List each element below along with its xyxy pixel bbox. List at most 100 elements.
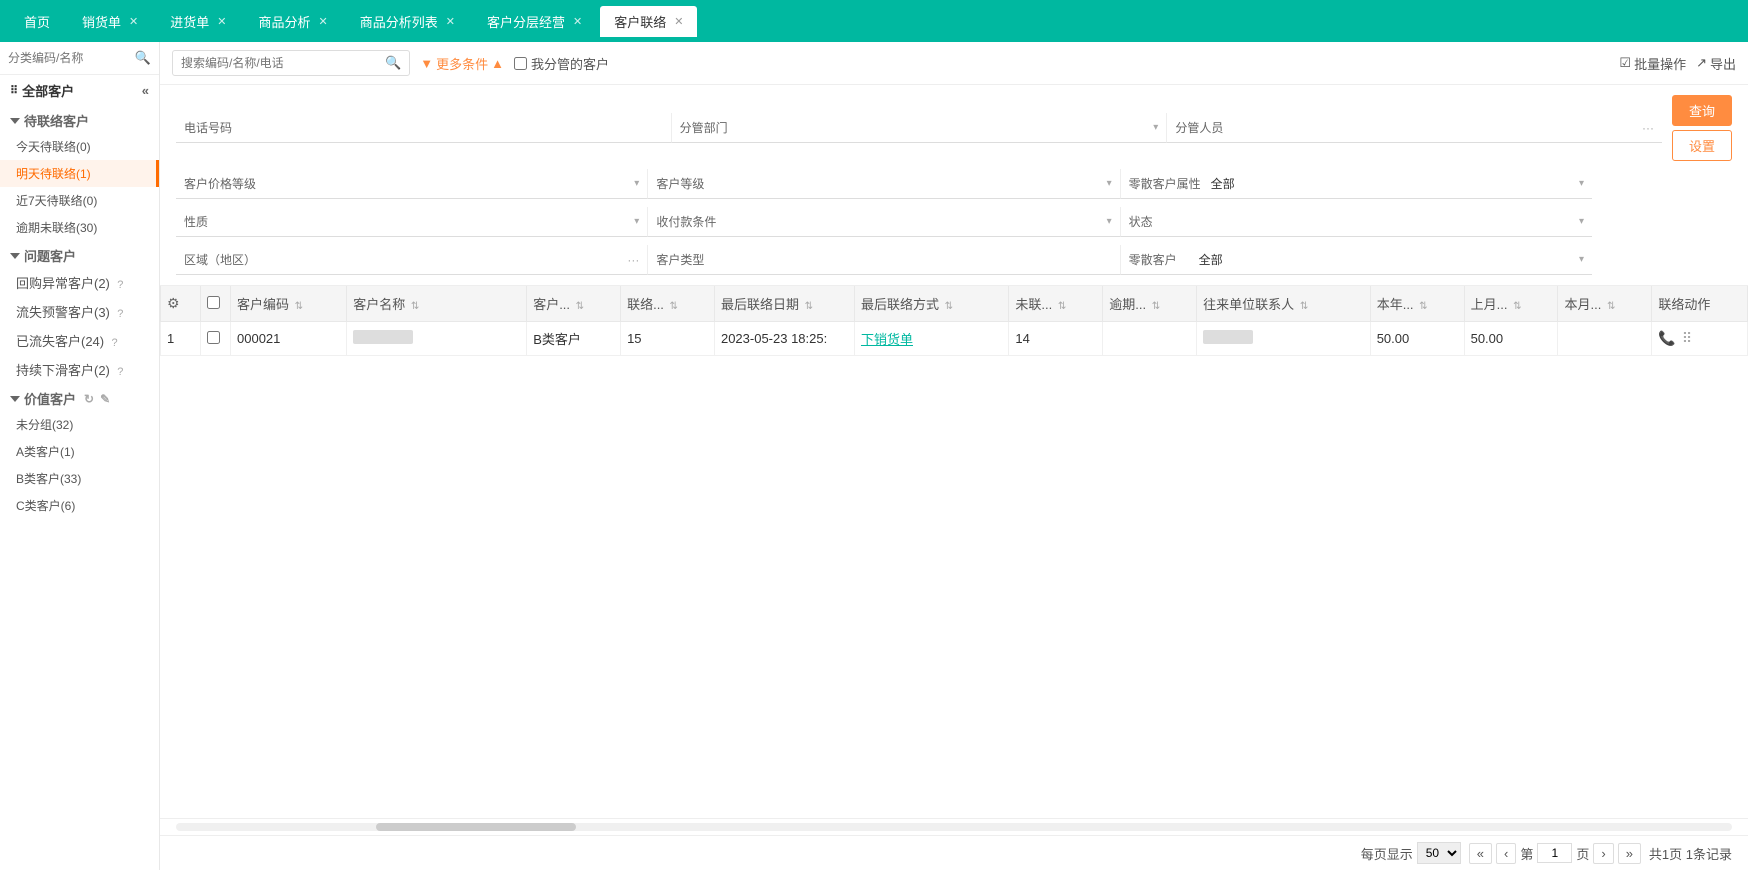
nav-tab-goods-analysis-close[interactable]: ✕: [319, 15, 328, 28]
last-page-button[interactable]: »: [1618, 843, 1641, 864]
sidebar-item-c-class[interactable]: C类客户(6): [0, 492, 159, 519]
sidebar-item-a-class[interactable]: A类客户(1): [0, 438, 159, 465]
dept-select[interactable]: ▾: [746, 122, 1159, 133]
sidebar-item-overdue-contact[interactable]: 逾期未联络(30): [0, 214, 159, 241]
th-unit-contact[interactable]: 往来单位联系人 ⇅: [1197, 286, 1371, 322]
nav-tab-customer-contact-close[interactable]: ✕: [674, 15, 683, 28]
th-type[interactable]: 客户... ⇅: [527, 286, 621, 322]
first-page-button[interactable]: «: [1469, 843, 1492, 864]
last-method-link[interactable]: 下销货单: [861, 332, 913, 347]
nav-tab-customer-tier-close[interactable]: ✕: [573, 15, 582, 28]
sort-contact-count-icon[interactable]: ⇅: [670, 301, 678, 312]
sidebar-search-input[interactable]: [8, 51, 131, 65]
status-select[interactable]: ▾: [1195, 216, 1584, 227]
page-size-select[interactable]: 50: [1417, 842, 1461, 864]
sidebar-all-customers[interactable]: ⠿ 全部客户 «: [0, 75, 159, 106]
retail-customer-select[interactable]: ▾: [1229, 254, 1584, 265]
sidebar-item-b-class[interactable]: B类客户(33): [0, 465, 159, 492]
payment-select[interactable]: ▾: [722, 216, 1111, 227]
sidebar-item-declining[interactable]: 持续下滑客户(2) ?: [0, 355, 159, 384]
my-customers-checkbox-label[interactable]: 我分管的客户: [514, 54, 609, 73]
customer-level-select[interactable]: ▾: [722, 178, 1111, 189]
sidebar-item-ungrouped[interactable]: 未分组(32): [0, 411, 159, 438]
sidebar-group-pending[interactable]: 待联络客户: [0, 106, 159, 133]
scrollbar-track[interactable]: [176, 823, 1732, 831]
td-checkbox[interactable]: [201, 322, 231, 356]
help-icon-0[interactable]: ?: [117, 279, 123, 291]
nav-tab-goods-list-close[interactable]: ✕: [446, 15, 455, 28]
manager-dots-icon[interactable]: ···: [1642, 121, 1654, 135]
nav-home[interactable]: 首页: [10, 6, 64, 37]
sidebar-search-icon[interactable]: 🔍: [135, 50, 151, 66]
my-customers-checkbox[interactable]: [514, 57, 527, 70]
scrollbar-thumb[interactable]: [376, 823, 576, 831]
th-code[interactable]: 客户编码 ⇅: [231, 286, 347, 322]
sidebar-item-today-contact[interactable]: 今天待联络(0): [0, 133, 159, 160]
more-conditions-button[interactable]: ▼ 更多条件 ▲: [420, 54, 504, 73]
page-number-input[interactable]: [1537, 843, 1572, 863]
help-icon-2[interactable]: ?: [111, 337, 117, 349]
sort-unit-contact-icon[interactable]: ⇅: [1300, 301, 1308, 312]
query-button[interactable]: 查询: [1672, 95, 1732, 126]
settings-icon[interactable]: ⚙: [167, 295, 180, 311]
th-contact-count[interactable]: 联络... ⇅: [621, 286, 715, 322]
sidebar-group-value[interactable]: 价值客户 ↻ ✎: [0, 384, 159, 411]
batch-ops-button[interactable]: ☑ 批量操作: [1619, 54, 1686, 73]
sort-last-method-icon[interactable]: ⇅: [945, 301, 953, 312]
prev-page-button[interactable]: ‹: [1496, 843, 1516, 864]
phone-input[interactable]: [250, 121, 663, 135]
th-settings[interactable]: ⚙: [161, 286, 201, 322]
row-checkbox[interactable]: [207, 331, 220, 344]
sort-last-date-icon[interactable]: ⇅: [805, 301, 813, 312]
set-button[interactable]: 设置: [1672, 130, 1732, 161]
td-name[interactable]: [347, 322, 527, 356]
th-this-month[interactable]: 本月... ⇅: [1558, 286, 1652, 322]
th-last-month[interactable]: 上月... ⇅: [1464, 286, 1558, 322]
nav-tab-purchase[interactable]: 进货单 ✕: [156, 6, 240, 37]
nav-tab-purchase-close[interactable]: ✕: [217, 15, 226, 28]
next-page-button[interactable]: ›: [1593, 843, 1613, 864]
select-all-checkbox[interactable]: [207, 296, 220, 309]
edit-value-icon[interactable]: ✎: [100, 392, 110, 406]
region-dots-icon[interactable]: ···: [627, 253, 639, 267]
sidebar-item-churn-warning[interactable]: 流失预警客户(3) ?: [0, 297, 159, 326]
sort-this-month-icon[interactable]: ⇅: [1607, 301, 1615, 312]
export-button[interactable]: ↗ 导出: [1696, 54, 1736, 73]
sidebar-item-repurchase-abnormal[interactable]: 回购异常客户(2) ?: [0, 268, 159, 297]
nav-tab-sales[interactable]: 销货单 ✕: [68, 6, 152, 37]
manager-select[interactable]: ···: [1241, 121, 1654, 135]
th-last-date[interactable]: 最后联络日期 ⇅: [714, 286, 854, 322]
search-input[interactable]: [181, 56, 381, 70]
more-action-icon[interactable]: ⠿: [1682, 330, 1692, 347]
sidebar-item-7day-contact[interactable]: 近7天待联络(0): [0, 187, 159, 214]
horizontal-scrollbar[interactable]: [160, 818, 1748, 835]
nature-select[interactable]: ▾: [250, 216, 639, 227]
nav-tab-goods-list[interactable]: 商品分析列表 ✕: [346, 6, 469, 37]
nav-tab-customer-tier[interactable]: 客户分层经营 ✕: [473, 6, 596, 37]
th-uncontacted[interactable]: 未联... ⇅: [1009, 286, 1103, 322]
help-icon-3[interactable]: ?: [117, 366, 123, 378]
th-last-method[interactable]: 最后联络方式 ⇅: [854, 286, 1008, 322]
sidebar-group-problem[interactable]: 问题客户: [0, 241, 159, 268]
sidebar-item-tomorrow-contact[interactable]: 明天待联络(1): [0, 160, 159, 187]
refresh-icon[interactable]: ↻: [84, 392, 94, 406]
help-icon-1[interactable]: ?: [117, 308, 123, 320]
phone-action-icon[interactable]: 📞: [1658, 330, 1675, 347]
td-last-method[interactable]: 下销货单: [854, 322, 1008, 356]
th-name[interactable]: 客户名称 ⇅: [347, 286, 527, 322]
sort-name-icon[interactable]: ⇅: [411, 301, 419, 312]
value-level-select[interactable]: ▾: [262, 178, 639, 189]
sort-code-icon[interactable]: ⇅: [295, 301, 303, 312]
sort-last-month-icon[interactable]: ⇅: [1513, 301, 1521, 312]
nav-tab-sales-close[interactable]: ✕: [129, 15, 138, 28]
retail-attr-select[interactable]: ▾: [1241, 178, 1584, 189]
sort-overdue-icon[interactable]: ⇅: [1152, 301, 1160, 312]
nav-tab-goods-analysis[interactable]: 商品分析 ✕: [244, 6, 341, 37]
sort-type-icon[interactable]: ⇅: [576, 301, 584, 312]
region-select[interactable]: ···: [262, 253, 639, 267]
search-icon[interactable]: 🔍: [385, 55, 401, 71]
sidebar-item-churned[interactable]: 已流失客户(24) ?: [0, 326, 159, 355]
sort-uncontacted-icon[interactable]: ⇅: [1058, 301, 1066, 312]
th-overdue[interactable]: 逾期... ⇅: [1103, 286, 1197, 322]
th-checkbox[interactable]: [201, 286, 231, 322]
